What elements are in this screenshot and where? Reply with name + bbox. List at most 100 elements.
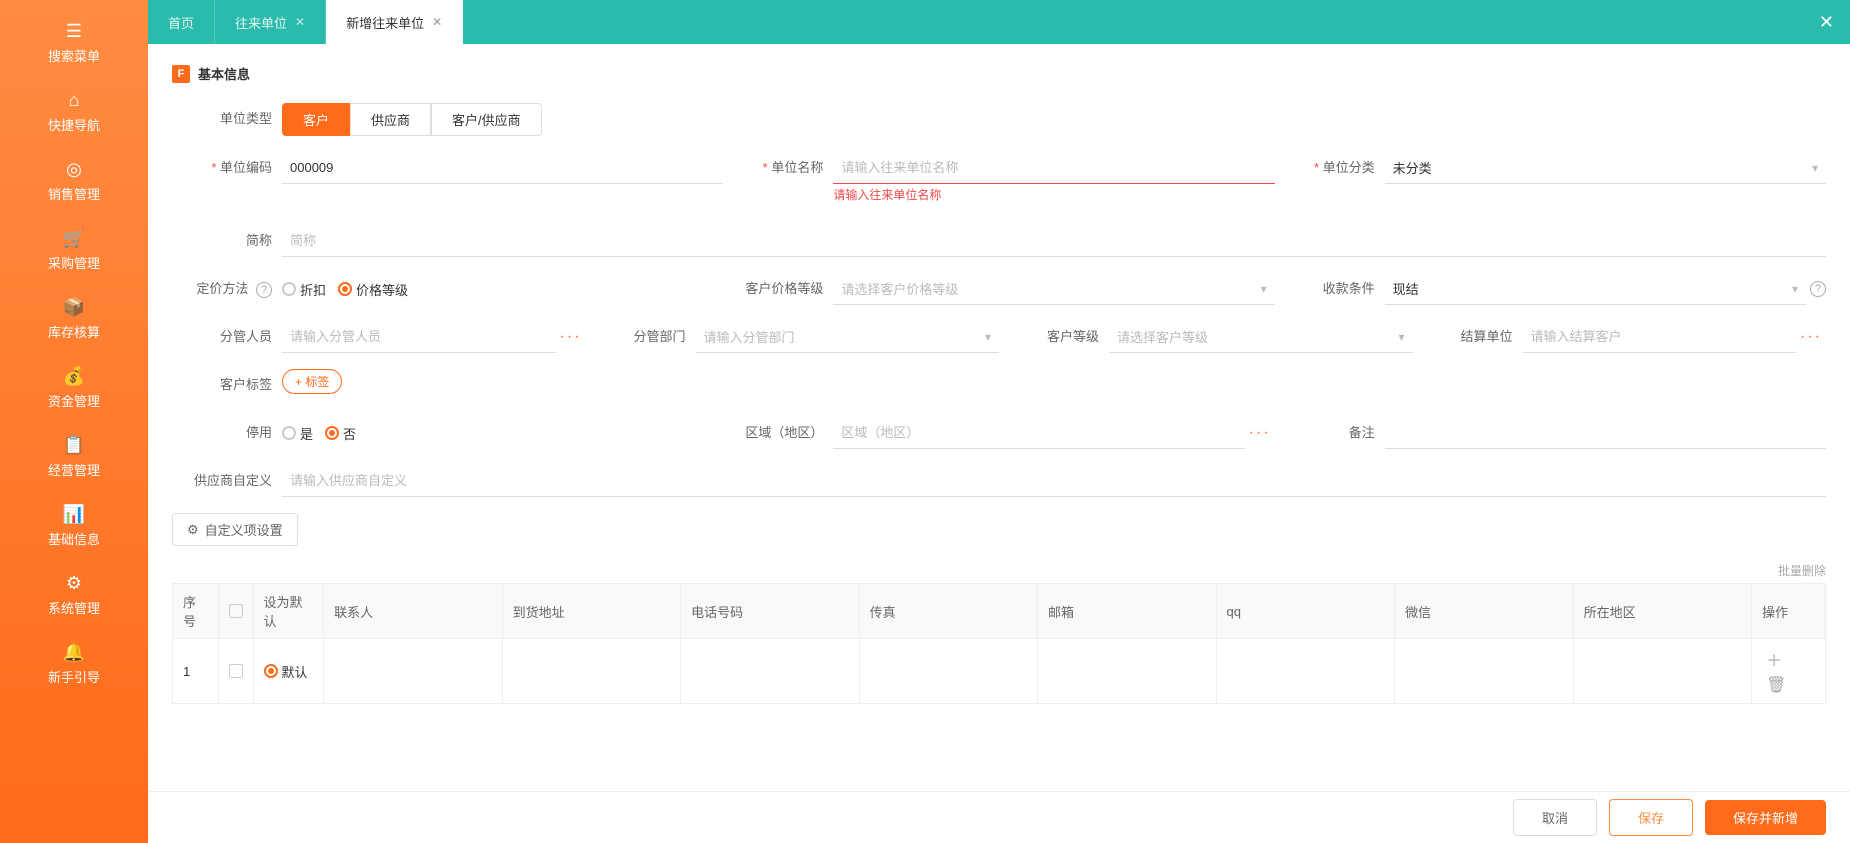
customer-tag-label: 客户标签 — [172, 369, 282, 401]
unit-type-supplier-btn[interactable]: 供应商 — [350, 103, 431, 136]
cancel-button[interactable]: 取消 — [1513, 799, 1597, 836]
pricing-help-icon[interactable]: ? — [256, 282, 272, 298]
row-address[interactable] — [502, 639, 680, 704]
settlement-unit-more-btn[interactable]: ··· — [1796, 328, 1826, 346]
supplier-custom-input[interactable] — [282, 465, 1826, 497]
tab-home[interactable]: 首页 — [148, 0, 215, 44]
disabled-field: 停用 是 否 — [172, 417, 723, 449]
payment-terms-help-icon[interactable]: ? — [1810, 281, 1826, 297]
row-seq: 1 — [173, 639, 219, 704]
save-new-button[interactable]: 保存并新增 — [1705, 800, 1826, 835]
inventory-icon: 📦 — [63, 296, 85, 318]
row-checkbox[interactable] — [229, 664, 243, 678]
sidebar-item-basic-info[interactable]: 📊 基础信息 — [0, 491, 148, 560]
settlement-unit-label: 结算单位 — [1413, 321, 1523, 353]
quick-nav-icon: ⌂ — [63, 89, 85, 111]
row-fax[interactable] — [859, 639, 1037, 704]
address-input[interactable] — [513, 664, 670, 679]
col-action: 操作 — [1752, 584, 1826, 639]
sidebar-item-new-guide[interactable]: 🔔 新手引导 — [0, 629, 148, 698]
settlement-unit-input[interactable] — [1523, 321, 1797, 353]
col-default: 设为默认 — [253, 584, 324, 639]
disabled-yes-radio[interactable] — [282, 426, 296, 440]
row-default-label: 默认 — [282, 662, 308, 681]
row-default-radio[interactable]: 默认 — [264, 662, 314, 681]
tab-partners-close[interactable]: ✕ — [295, 15, 305, 29]
sidebar-item-quick-nav[interactable]: ⌂ 快捷导航 — [0, 77, 148, 146]
tab-new-partner-label: 新增往来单位 — [346, 13, 424, 32]
col-qq: qq — [1216, 584, 1395, 639]
contact-input[interactable] — [334, 664, 491, 679]
tab-partners-label: 往来单位 — [235, 13, 287, 32]
unit-code-input[interactable] — [282, 152, 723, 184]
sidebar-item-sys-mgmt[interactable]: ⚙ 系统管理 — [0, 560, 148, 629]
save-button[interactable]: 保存 — [1609, 799, 1693, 836]
col-phone: 电话号码 — [681, 584, 859, 639]
row-contact[interactable] — [324, 639, 502, 704]
fax-input[interactable] — [870, 664, 1027, 679]
table-row: 1 默认 — [173, 639, 1826, 704]
region-input-table[interactable] — [1584, 664, 1741, 679]
pricing-level-option[interactable]: 价格等级 — [338, 280, 408, 299]
sidebar-item-search-menu[interactable]: ☰ 搜索菜单 — [0, 8, 148, 77]
phone-input[interactable] — [691, 664, 848, 679]
row-region[interactable] — [1573, 639, 1751, 704]
unit-name-input[interactable] — [833, 152, 1274, 184]
customer-level-chevron: ▾ — [1398, 330, 1404, 344]
window-close-button[interactable]: ✕ — [1819, 12, 1834, 33]
disabled-no-option[interactable]: 否 — [325, 424, 356, 443]
supervisor-label: 分管人员 — [172, 321, 282, 353]
pricing-discount-option[interactable]: 折扣 — [282, 280, 326, 299]
sidebar-item-inventory[interactable]: 📦 库存核算 — [0, 284, 148, 353]
unit-category-chevron: ▾ — [1812, 161, 1818, 175]
row-default-radio-circle[interactable] — [264, 664, 278, 678]
sidebar-item-operations[interactable]: 📋 经营管理 — [0, 422, 148, 491]
tab-partners[interactable]: 往来单位 ✕ — [215, 0, 326, 44]
pricing-discount-radio[interactable] — [282, 282, 296, 296]
customer-price-level-select[interactable]: 请选择客户价格等级 ▾ — [833, 273, 1274, 305]
remarks-input[interactable] — [1385, 417, 1826, 449]
sidebar-item-finance[interactable]: 💰 资金管理 — [0, 353, 148, 422]
department-select[interactable]: 请输入分管部门 ▾ — [696, 321, 1000, 353]
unit-category-select[interactable]: 未分类 ▾ — [1385, 152, 1826, 184]
tab-new-partner[interactable]: 新增往来单位 ✕ — [326, 0, 463, 44]
pricing-level-radio[interactable] — [338, 282, 352, 296]
add-tag-btn[interactable]: + 标签 — [282, 369, 342, 394]
unit-type-customer-btn[interactable]: 客户 — [282, 103, 350, 136]
payment-terms-select[interactable]: 现结 ▾ — [1385, 273, 1806, 305]
row-email[interactable] — [1038, 639, 1216, 704]
sidebar-item-sales[interactable]: ◎ 销售管理 — [0, 146, 148, 215]
operations-icon: 📋 — [63, 434, 85, 456]
disabled-yes-option[interactable]: 是 — [282, 424, 313, 443]
region-input[interactable] — [833, 417, 1244, 449]
row-wechat[interactable] — [1395, 639, 1573, 704]
batch-delete-btn[interactable]: 批量删除 — [172, 562, 1826, 579]
disabled-yes-label: 是 — [300, 424, 313, 443]
qq-input[interactable] — [1227, 664, 1385, 679]
col-address: 到货地址 — [502, 584, 680, 639]
custom-settings-btn[interactable]: ⚙ 自定义项设置 — [172, 513, 298, 546]
customer-level-select[interactable]: 请选择客户等级 ▾ — [1109, 321, 1413, 353]
row-delete-btn[interactable]: 🗑 — [1762, 673, 1790, 697]
disabled-no-radio[interactable] — [325, 426, 339, 440]
tab-new-partner-close[interactable]: ✕ — [432, 15, 442, 29]
email-input[interactable] — [1048, 664, 1205, 679]
supervisor-field: 分管人员 ··· — [172, 321, 586, 353]
pricing-radio-group: 折扣 价格等级 — [282, 280, 408, 299]
department-chevron: ▾ — [985, 330, 991, 344]
col-fax: 传真 — [859, 584, 1037, 639]
sidebar-item-purchase[interactable]: 🛒 采购管理 — [0, 215, 148, 284]
sidebar-item-label: 系统管理 — [48, 598, 100, 617]
supervisor-input[interactable] — [282, 321, 556, 353]
row-phone[interactable] — [681, 639, 859, 704]
wechat-input[interactable] — [1405, 664, 1562, 679]
supervisor-more-btn[interactable]: ··· — [556, 328, 586, 346]
basic-info-icon: 📊 — [63, 503, 85, 525]
unit-type-both-btn[interactable]: 客户/供应商 — [431, 103, 542, 136]
row-add-btn[interactable]: ＋ — [1762, 645, 1786, 673]
row-qq[interactable] — [1216, 639, 1395, 704]
unit-type-label: 单位类型 — [172, 103, 282, 135]
region-more-btn[interactable]: ··· — [1245, 424, 1275, 442]
abbreviation-input[interactable] — [282, 225, 1826, 257]
select-all-checkbox[interactable] — [229, 604, 243, 618]
